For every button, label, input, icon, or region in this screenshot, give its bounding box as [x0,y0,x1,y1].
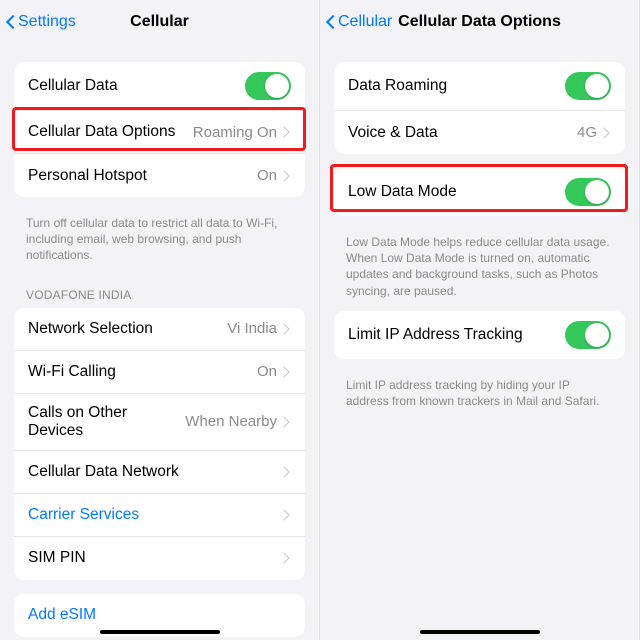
screen-cellular-options: Cellular Cellular Data Options Data Roam… [320,0,640,640]
chevron-right-icon [283,126,291,138]
row-low-data-mode[interactable]: Low Data Mode [334,168,625,216]
back-chevron-icon [6,13,16,31]
row-detail: On [257,363,277,380]
row-label: SIM PIN [28,549,283,567]
nav-header: Cellular Cellular Data Options [320,0,639,44]
limit-ip-toggle[interactable] [565,321,611,349]
row-wifi-calling[interactable]: Wi-Fi Calling On [14,351,305,394]
row-calls-other[interactable]: Calls on Other Devices When Nearby [14,394,305,451]
chevron-right-icon [283,509,291,521]
page-title: Cellular Data Options [398,13,561,31]
row-detail: 4G [577,124,597,141]
back-label: Settings [18,13,76,31]
back-button[interactable]: Settings [6,13,76,31]
chevron-right-icon [283,170,291,182]
group-low-data: Low Data Mode [334,168,625,216]
row-carrier-services[interactable]: Carrier Services [14,494,305,537]
content-area: Cellular Data Cellular Data Options Roam… [0,44,319,640]
row-network-selection[interactable]: Network Selection Vi India [14,308,305,351]
data-roaming-toggle[interactable] [565,72,611,100]
chevron-right-icon [283,323,291,335]
group-roaming-voice: Data Roaming Voice & Data 4G [334,62,625,154]
row-label: Limit IP Address Tracking [348,326,565,344]
home-indicator[interactable] [100,630,220,634]
row-label: Low Data Mode [348,183,565,201]
row-voice-data[interactable]: Voice & Data 4G [334,111,625,154]
cellular-data-toggle[interactable] [245,72,291,100]
row-label: Cellular Data Options [28,123,193,141]
footer-text: Turn off cellular data to restrict all d… [0,211,319,276]
row-detail: When Nearby [185,413,277,430]
group-cellular-main: Cellular Data Cellular Data Options Roam… [14,62,305,197]
row-cellular-data[interactable]: Cellular Data [14,62,305,111]
page-title: Cellular [130,13,189,31]
row-label: Wi-Fi Calling [28,363,257,381]
row-link: Carrier Services [28,506,139,524]
row-label: Personal Hotspot [28,167,257,185]
chevron-right-icon [283,416,291,428]
row-limit-ip[interactable]: Limit IP Address Tracking [334,311,625,359]
row-link: Add eSIM [28,606,96,624]
back-chevron-icon [326,13,336,31]
row-data-roaming[interactable]: Data Roaming [334,62,625,111]
back-button[interactable]: Cellular [326,13,392,31]
home-indicator[interactable] [420,630,540,634]
chevron-right-icon [283,466,291,478]
chevron-right-icon [283,366,291,378]
row-label: Data Roaming [348,77,565,95]
row-cellular-data-network[interactable]: Cellular Data Network [14,451,305,494]
nav-header: Settings Cellular [0,0,319,44]
footer-text: Limit IP address tracking by hiding your… [320,373,639,421]
section-header-vodafone: VODAFONE INDIA [0,276,319,308]
row-detail: Roaming On [193,124,277,141]
chevron-right-icon [283,552,291,564]
content-area: Data Roaming Voice & Data 4G Low Data Mo… [320,44,639,640]
row-detail: On [257,167,277,184]
row-label: Network Selection [28,320,227,338]
footer-text: Low Data Mode helps reduce cellular data… [320,230,639,311]
row-hotspot[interactable]: Personal Hotspot On [14,154,305,197]
screen-cellular: Settings Cellular Cellular Data Cellular… [0,0,320,640]
low-data-toggle[interactable] [565,178,611,206]
row-detail: Vi India [227,320,277,337]
group-carrier: Network Selection Vi India Wi-Fi Calling… [14,308,305,580]
row-label: Cellular Data [28,77,245,95]
back-label: Cellular [338,13,392,31]
row-label: Cellular Data Network [28,463,283,481]
row-cellular-options[interactable]: Cellular Data Options Roaming On [14,111,305,154]
row-sim-pin[interactable]: SIM PIN [14,537,305,580]
chevron-right-icon [603,127,611,139]
group-limit-ip: Limit IP Address Tracking [334,311,625,359]
row-label: Voice & Data [348,124,577,142]
row-label: Calls on Other Devices [28,404,185,440]
